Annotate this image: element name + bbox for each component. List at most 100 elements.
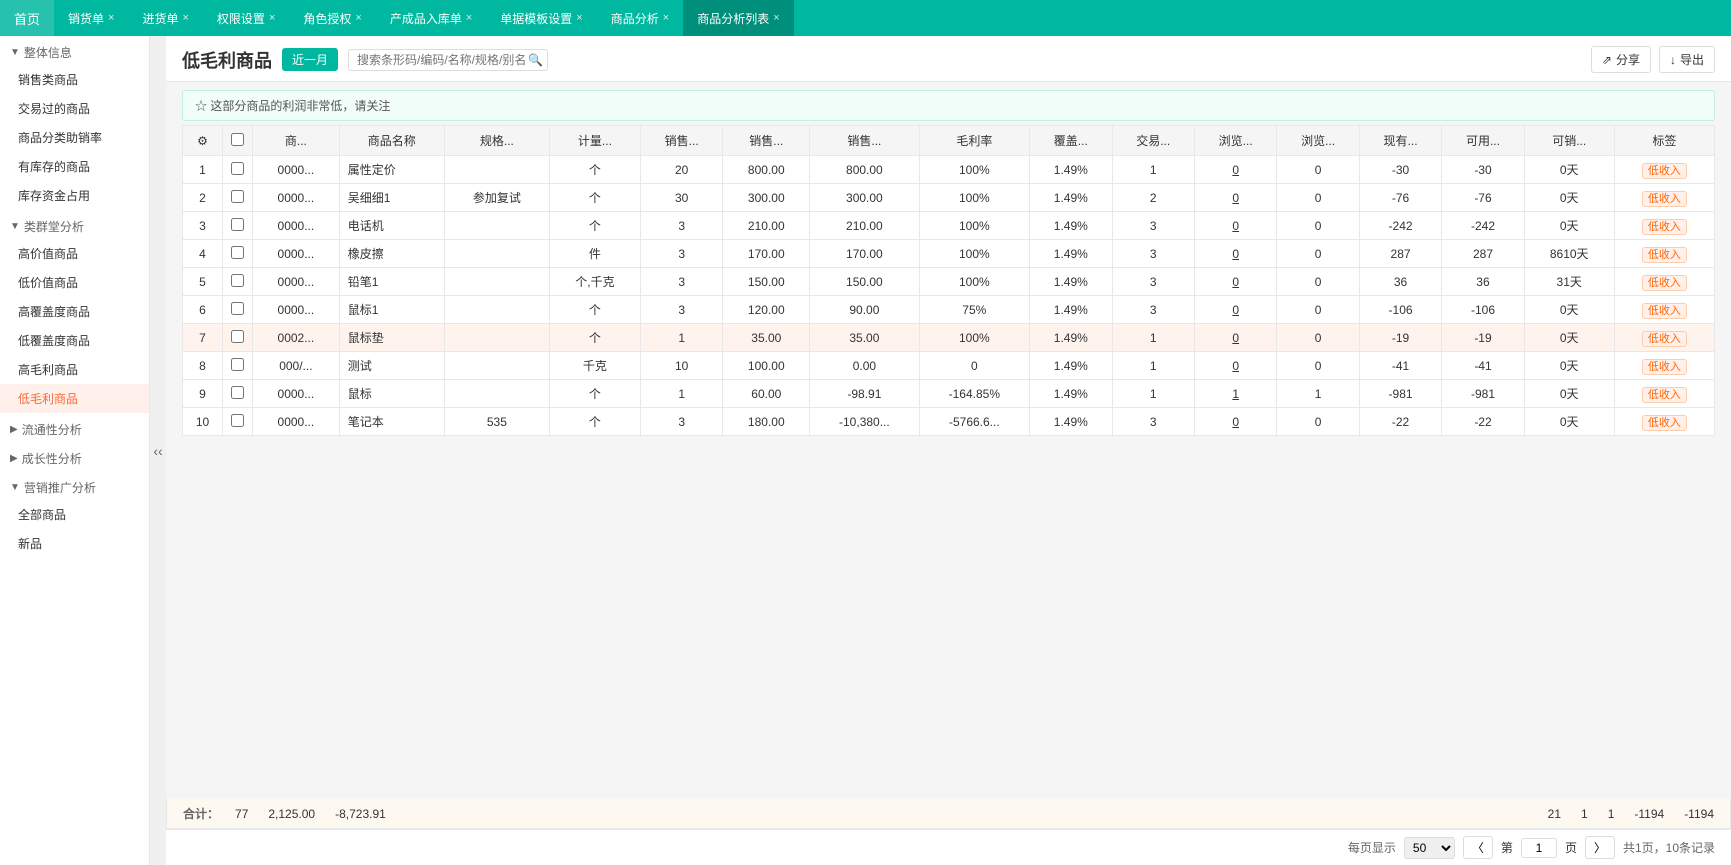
- sidebar-item-low-value[interactable]: 低价值商品: [0, 268, 149, 297]
- cell-amount: -98.91: [810, 380, 919, 408]
- th-current[interactable]: 现有...: [1359, 126, 1441, 156]
- cell-browse1[interactable]: 1: [1194, 380, 1276, 408]
- sidebar-item-new-goods[interactable]: 新品: [0, 529, 149, 558]
- th-available[interactable]: 可用...: [1442, 126, 1524, 156]
- sidebar-item-sales-goods[interactable]: 销售类商品: [0, 65, 149, 94]
- cell-margin: 1.49%: [1030, 240, 1112, 268]
- nav-home[interactable]: 首页: [0, 0, 54, 36]
- row-checkbox[interactable]: [231, 190, 244, 203]
- nav-analysis-list[interactable]: 商品分析列表 ×: [683, 0, 793, 36]
- export-button[interactable]: ↓ 导出: [1659, 46, 1715, 73]
- cell-check[interactable]: [223, 268, 253, 296]
- sidebar-section-group[interactable]: ▼ 类群堂分析: [0, 210, 149, 239]
- nav-stock-in[interactable]: 产成品入库单 ×: [376, 0, 486, 36]
- th-code[interactable]: 商...: [253, 126, 340, 156]
- nav-sales-close[interactable]: ×: [108, 12, 114, 24]
- nav-perms-close[interactable]: ×: [269, 12, 275, 24]
- sidebar-item-low-coverage[interactable]: 低覆盖度商品: [0, 326, 149, 355]
- cell-browse1[interactable]: 0: [1194, 408, 1276, 436]
- row-checkbox[interactable]: [231, 302, 244, 315]
- th-tag[interactable]: 标签: [1614, 126, 1714, 156]
- nav-sales[interactable]: 销货单 ×: [54, 0, 128, 36]
- cell-check[interactable]: [223, 212, 253, 240]
- cell-check[interactable]: [223, 352, 253, 380]
- nav-roles[interactable]: 角色授权 ×: [289, 0, 375, 36]
- sidebar-item-high-coverage[interactable]: 高覆盖度商品: [0, 297, 149, 326]
- cell-qty: 20: [640, 156, 722, 184]
- sidebar-item-in-stock[interactable]: 有库存的商品: [0, 152, 149, 181]
- sidebar-item-high-value[interactable]: 高价值商品: [0, 239, 149, 268]
- share-button[interactable]: ⇗ 分享: [1591, 46, 1651, 73]
- th-name[interactable]: 商品名称: [339, 126, 444, 156]
- nav-template-close[interactable]: ×: [576, 12, 582, 24]
- sidebar-item-low-margin[interactable]: 低毛利商品: [0, 384, 149, 413]
- row-checkbox[interactable]: [231, 358, 244, 371]
- th-trade[interactable]: 交易...: [1112, 126, 1194, 156]
- row-checkbox[interactable]: [231, 218, 244, 231]
- nav-purchase[interactable]: 进货单 ×: [128, 0, 202, 36]
- cell-check[interactable]: [223, 380, 253, 408]
- th-browse2[interactable]: 浏览...: [1277, 126, 1359, 156]
- cell-amount: 150.00: [810, 268, 919, 296]
- row-checkbox[interactable]: [231, 414, 244, 427]
- cell-browse1[interactable]: 0: [1194, 352, 1276, 380]
- cell-check[interactable]: [223, 408, 253, 436]
- cell-browse1[interactable]: 0: [1194, 212, 1276, 240]
- th-price[interactable]: 销售...: [723, 126, 810, 156]
- th-qty[interactable]: 销售...: [640, 126, 722, 156]
- nav-template[interactable]: 单据模板设置 ×: [486, 0, 596, 36]
- sidebar-item-category-rate[interactable]: 商品分类助销率: [0, 123, 149, 152]
- cell-browse1[interactable]: 0: [1194, 240, 1276, 268]
- cell-check[interactable]: [223, 240, 253, 268]
- nav-analysis-close[interactable]: ×: [663, 12, 669, 24]
- row-checkbox[interactable]: [231, 246, 244, 259]
- cell-browse1[interactable]: 0: [1194, 184, 1276, 212]
- sidebar-section-overall[interactable]: ▼ 整体信息: [0, 36, 149, 65]
- cell-check[interactable]: [223, 156, 253, 184]
- cell-browse2: 0: [1277, 296, 1359, 324]
- cell-current: -19: [1359, 324, 1441, 352]
- cell-browse1[interactable]: 0: [1194, 156, 1276, 184]
- sidebar-section-flow[interactable]: ▶ 流通性分析: [0, 413, 149, 442]
- time-filter-button[interactable]: 近一月: [282, 48, 338, 71]
- page-input[interactable]: [1521, 838, 1557, 858]
- cell-browse1[interactable]: 0: [1194, 268, 1276, 296]
- search-icon[interactable]: 🔍: [528, 53, 543, 67]
- th-checkbox[interactable]: [223, 126, 253, 156]
- row-checkbox[interactable]: [231, 386, 244, 399]
- nav-stock-in-close[interactable]: ×: [466, 12, 472, 24]
- row-checkbox[interactable]: [231, 274, 244, 287]
- th-gross-rate[interactable]: 毛利率: [919, 126, 1029, 156]
- nav-analysis-list-close[interactable]: ×: [773, 12, 779, 24]
- sidebar-item-all-goods[interactable]: 全部商品: [0, 500, 149, 529]
- th-browse1[interactable]: 浏览...: [1194, 126, 1276, 156]
- nav-purchase-close[interactable]: ×: [182, 12, 188, 24]
- search-input[interactable]: [348, 49, 548, 71]
- sidebar-collapse-btn[interactable]: ‹‹: [150, 36, 166, 865]
- th-unit[interactable]: 计量...: [549, 126, 640, 156]
- nav-roles-close[interactable]: ×: [355, 12, 361, 24]
- sidebar-item-high-margin[interactable]: 高毛利商品: [0, 355, 149, 384]
- next-page-btn[interactable]: 〉: [1585, 836, 1615, 859]
- cell-check[interactable]: [223, 324, 253, 352]
- prev-page-btn[interactable]: 〈: [1463, 836, 1493, 859]
- select-all-checkbox[interactable]: [231, 133, 244, 146]
- sidebar-item-stock-funds[interactable]: 库存资金占用: [0, 181, 149, 210]
- cell-check[interactable]: [223, 184, 253, 212]
- cell-browse1[interactable]: 0: [1194, 324, 1276, 352]
- th-margin[interactable]: 覆盖...: [1030, 126, 1112, 156]
- cell-check[interactable]: [223, 296, 253, 324]
- sidebar-item-traded-goods[interactable]: 交易过的商品: [0, 94, 149, 123]
- th-settings[interactable]: ⚙: [183, 126, 223, 156]
- sidebar-section-growth[interactable]: ▶ 成长性分析: [0, 442, 149, 471]
- row-checkbox[interactable]: [231, 162, 244, 175]
- cell-browse1[interactable]: 0: [1194, 296, 1276, 324]
- th-spec[interactable]: 规格...: [444, 126, 549, 156]
- th-amount[interactable]: 销售...: [810, 126, 919, 156]
- nav-perms[interactable]: 权限设置 ×: [203, 0, 289, 36]
- sidebar-section-marketing[interactable]: ▼ 营销推广分析: [0, 471, 149, 500]
- row-checkbox[interactable]: [231, 330, 244, 343]
- nav-analysis[interactable]: 商品分析 ×: [597, 0, 683, 36]
- th-saleable[interactable]: 可销...: [1524, 126, 1614, 156]
- page-size-select[interactable]: 50 100 200: [1404, 837, 1455, 859]
